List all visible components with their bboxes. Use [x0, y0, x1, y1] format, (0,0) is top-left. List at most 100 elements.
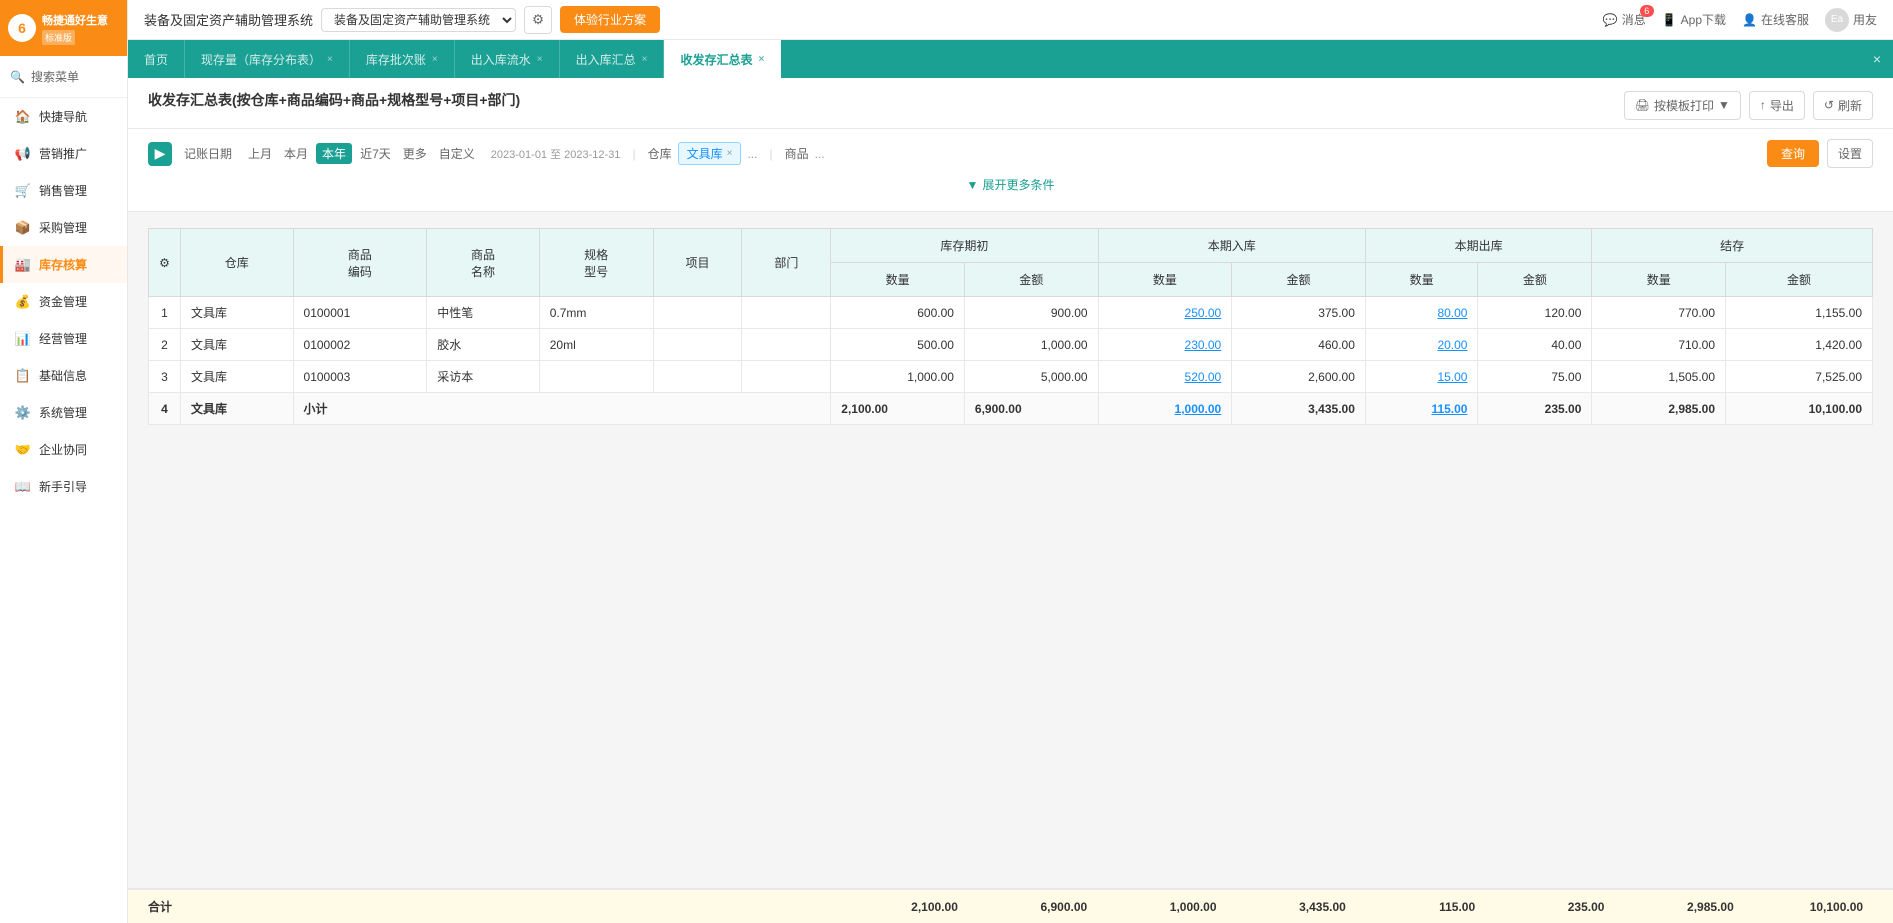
in-qty-link[interactable]: 250.00	[1185, 306, 1222, 320]
cell-open-amt: 900.00	[964, 297, 1098, 329]
th-bal-qty: 数量	[1592, 263, 1726, 297]
sidebar-item-basic[interactable]: 📋 基础信息	[0, 357, 127, 394]
cell-bal-amt: 1,155.00	[1726, 297, 1873, 329]
cell-warehouse: 文具库	[181, 329, 294, 361]
cell-seq: 2	[149, 329, 181, 361]
cell-out-qty[interactable]: 15.00	[1365, 361, 1478, 393]
date-btn-this-month[interactable]: 本月	[280, 143, 312, 164]
in-qty-link[interactable]: 520.00	[1185, 370, 1222, 384]
cell-out-amt: 75.00	[1478, 361, 1592, 393]
cell-out-qty[interactable]: 20.00	[1365, 329, 1478, 361]
warehouse-more-button[interactable]: ...	[747, 147, 757, 161]
goods-filter: 商品 ...	[785, 145, 825, 162]
tab-close-inout-summary[interactable]: ×	[642, 54, 648, 65]
cell-goods-code: 0100001	[293, 297, 427, 329]
tab-bar-close-all[interactable]: ×	[1861, 51, 1893, 67]
sidebar-item-finance[interactable]: 💰 资金管理	[0, 283, 127, 320]
tab-inout-summary[interactable]: 出入库汇总 ×	[560, 40, 665, 78]
out-qty-link[interactable]: 20.00	[1437, 338, 1467, 352]
date-btn-7days[interactable]: 近7天	[356, 143, 395, 164]
goods-more-button[interactable]: ...	[815, 147, 825, 161]
sidebar-item-quick-nav[interactable]: 🏠 快捷导航	[0, 98, 127, 135]
cell-out-qty[interactable]: 80.00	[1365, 297, 1478, 329]
cell-in-qty[interactable]: 230.00	[1098, 329, 1232, 361]
filter-separator2: |	[769, 147, 772, 161]
cell-goods-code: 0100003	[293, 361, 427, 393]
settings-filter-button[interactable]: 设置	[1827, 139, 1873, 168]
sidebar-item-newbie[interactable]: 📖 新手引导	[0, 468, 127, 505]
expand-conditions-button[interactable]: ▼ 展开更多条件	[967, 176, 1055, 193]
cell-warehouse: 文具库	[181, 297, 294, 329]
th-open-qty: 数量	[831, 263, 965, 297]
tab-close-stock-dist[interactable]: ×	[327, 54, 333, 65]
warehouse-tag: 文具库 ×	[678, 142, 742, 165]
sidebar-item-sales[interactable]: 🛒 销售管理	[0, 172, 127, 209]
warehouse-tag-close[interactable]: ×	[727, 148, 733, 159]
tab-stock-dist[interactable]: 现存量（库存分布表） ×	[185, 40, 350, 78]
settings-button[interactable]: ⚙	[524, 6, 552, 34]
cell-sub-in-qty[interactable]: 1,000.00	[1098, 393, 1232, 425]
date-btn-more[interactable]: 更多	[399, 143, 431, 164]
phone-icon: 📱	[1662, 13, 1677, 27]
cell-sub-warehouse: 文具库	[181, 393, 294, 425]
sidebar-item-collab[interactable]: 🤝 企业协同	[0, 431, 127, 468]
tab-close-batch[interactable]: ×	[432, 54, 438, 65]
cell-dept	[742, 361, 831, 393]
date-btn-prev-month[interactable]: 上月	[244, 143, 276, 164]
cell-sub-out-qty[interactable]: 115.00	[1365, 393, 1478, 425]
tab-recv-summary[interactable]: 收发存汇总表 ×	[664, 40, 781, 78]
sidebar: 6 畅捷通好生意 标准版 🔍 搜索菜单 🏠 快捷导航 📢 营销推广 🛒 销售管理…	[0, 0, 128, 923]
date-btn-custom[interactable]: 自定义	[435, 143, 479, 164]
export-icon: ↑	[1760, 98, 1766, 112]
refresh-button[interactable]: ↺ 刷新	[1813, 91, 1873, 120]
tab-home[interactable]: 首页	[128, 40, 185, 78]
sidebar-item-purchase[interactable]: 📦 采购管理	[0, 209, 127, 246]
cell-goods-name: 采访本	[427, 361, 540, 393]
cell-out-amt: 120.00	[1478, 297, 1592, 329]
filter-toggle-button[interactable]: ▶	[148, 142, 172, 166]
cell-sub-label: 小计	[293, 393, 831, 425]
app-download-item[interactable]: 📱 App下载	[1662, 11, 1726, 28]
notification-item[interactable]: 💬 消息 6	[1603, 11, 1646, 28]
avatar: Ea	[1825, 8, 1849, 32]
cell-open-amt: 5,000.00	[964, 361, 1098, 393]
footer-spacer4	[580, 900, 709, 914]
marketing-icon: 📢	[15, 146, 31, 162]
sidebar-item-marketing[interactable]: 📢 营销推广	[0, 135, 127, 172]
out-qty-link[interactable]: 80.00	[1437, 306, 1467, 320]
tab-close-inout-flow[interactable]: ×	[537, 54, 543, 65]
footer-in-amt: 3,435.00	[1227, 900, 1356, 914]
footer-out-amt: 235.00	[1485, 900, 1614, 914]
th-settings[interactable]: ⚙	[149, 229, 181, 297]
in-qty-link[interactable]: 230.00	[1185, 338, 1222, 352]
sidebar-item-system[interactable]: ⚙️ 系统管理	[0, 394, 127, 431]
cell-bal-amt: 1,420.00	[1726, 329, 1873, 361]
search-menu-button[interactable]: 🔍 搜索菜单	[10, 64, 117, 89]
trial-button[interactable]: 体验行业方案	[560, 6, 660, 33]
out-qty-link[interactable]: 15.00	[1437, 370, 1467, 384]
tab-batch[interactable]: 库存批次账 ×	[350, 40, 455, 78]
tab-close-recv-summary[interactable]: ×	[758, 54, 764, 65]
sub-in-qty-link[interactable]: 1,000.00	[1175, 402, 1222, 416]
sub-out-qty-link[interactable]: 115.00	[1431, 402, 1467, 416]
system-selector[interactable]: 装备及固定资产辅助管理系统	[321, 8, 516, 32]
online-service-item[interactable]: 👤 在线客服	[1742, 11, 1809, 28]
th-out-group: 本期出库	[1365, 229, 1591, 263]
date-btn-this-year[interactable]: 本年	[316, 143, 352, 164]
print-button[interactable]: 🖨 按模板打印 ▼	[1624, 91, 1741, 120]
newbie-icon: 📖	[15, 479, 31, 495]
chevron-down-icon: ▼	[1718, 98, 1730, 112]
sidebar-item-inventory[interactable]: 🏭 库存核算	[0, 246, 127, 283]
query-button[interactable]: 查询	[1767, 140, 1819, 167]
cell-dept	[742, 329, 831, 361]
footer-in-qty: 1,000.00	[1097, 900, 1226, 914]
cell-in-qty[interactable]: 520.00	[1098, 361, 1232, 393]
sales-icon: 🛒	[15, 183, 31, 199]
user-item[interactable]: Ea 用友	[1825, 8, 1877, 32]
th-goods-name: 商品名称	[427, 229, 540, 297]
cell-in-qty[interactable]: 250.00	[1098, 297, 1232, 329]
export-button[interactable]: ↑ 导出	[1749, 91, 1805, 120]
sidebar-item-operation[interactable]: 📊 经营管理	[0, 320, 127, 357]
th-out-amt: 金额	[1478, 263, 1592, 297]
tab-inout-flow[interactable]: 出入库流水 ×	[455, 40, 560, 78]
